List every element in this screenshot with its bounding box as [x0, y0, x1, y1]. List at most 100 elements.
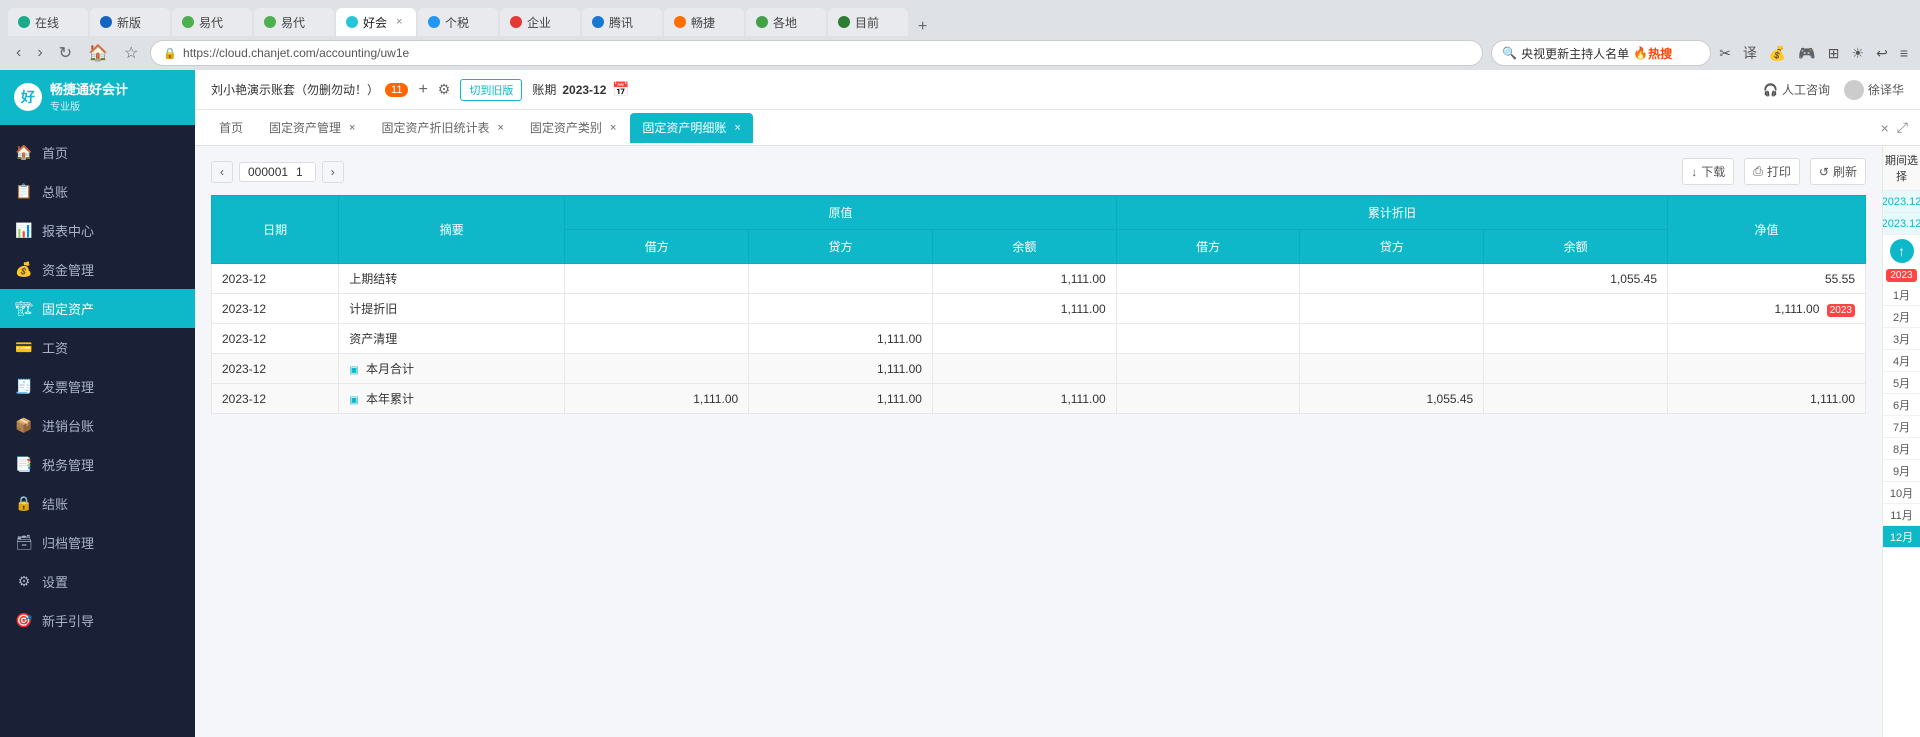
- payroll-icon: 💳: [16, 339, 32, 355]
- logo-icon: 好: [14, 83, 42, 111]
- tab-fixed-assets-detail[interactable]: 固定资产明细账 ×: [630, 113, 752, 143]
- month-9[interactable]: 9月: [1883, 460, 1920, 482]
- month-4[interactable]: 4月: [1883, 350, 1920, 372]
- month-1[interactable]: 1月: [1883, 284, 1920, 306]
- sidebar-item-ledger[interactable]: 📋 总账: [0, 172, 195, 211]
- col-dep-credit: 贷方: [1300, 230, 1484, 264]
- user-avatar: [1844, 80, 1864, 100]
- refresh-button[interactable]: ↺ 刷新: [1810, 158, 1866, 185]
- sidebar-item-closing[interactable]: 🔒 结账: [0, 484, 195, 523]
- browser-tab-gedi[interactable]: 各地: [746, 8, 826, 36]
- period-selected-2[interactable]: 2023.12: [1883, 213, 1920, 235]
- close-tab-icon[interactable]: ×: [396, 16, 402, 28]
- browser-tab-geshui[interactable]: 个税: [418, 8, 498, 36]
- sidebar-item-funds[interactable]: 💰 资金管理: [0, 250, 195, 289]
- tab-fixed-assets-mgmt[interactable]: 固定资产管理 ×: [257, 113, 367, 143]
- month-11[interactable]: 11月: [1883, 504, 1920, 526]
- browser-tab-muqian[interactable]: 目前: [828, 8, 908, 36]
- tab-label: 腾讯: [609, 14, 633, 31]
- row-dep-debit-3: [1116, 354, 1300, 384]
- sidebar-item-invoice[interactable]: 🧾 发票管理: [0, 367, 195, 406]
- month-6[interactable]: 6月: [1883, 394, 1920, 416]
- brightness-icon[interactable]: ☀: [1852, 45, 1865, 62]
- consultant-button[interactable]: 🎧 人工咨询: [1763, 81, 1830, 98]
- month-7[interactable]: 7月: [1883, 416, 1920, 438]
- month-10[interactable]: 10月: [1883, 482, 1920, 504]
- sidebar-item-inventory[interactable]: 📦 进销台账: [0, 406, 195, 445]
- browser-tab-yidai2[interactable]: 易代: [254, 8, 334, 36]
- row-summary-0: 上期结转: [339, 264, 565, 294]
- sidebar-item-archive[interactable]: 🗃 归档管理: [0, 523, 195, 562]
- back-to-top-button[interactable]: ↑: [1890, 239, 1914, 263]
- account-settings-button[interactable]: ⚙: [438, 81, 451, 98]
- browser-tab-online[interactable]: 在线: [8, 8, 88, 36]
- close-all-tabs-button[interactable]: ×: [1881, 119, 1889, 136]
- main-panel: ‹ 000001 1 › ↓ 下载 ⎙: [195, 146, 1882, 737]
- scissors-icon[interactable]: ✂: [1719, 45, 1731, 62]
- close-tab-fixed-assets-category-icon[interactable]: ×: [610, 122, 616, 134]
- sidebar-item-home[interactable]: 🏠 首页: [0, 133, 195, 172]
- browser-tab-changjie[interactable]: 畅捷: [664, 8, 744, 36]
- translate-icon[interactable]: 译: [1743, 43, 1757, 63]
- row-summary-3: ▣ 本月合计: [339, 354, 565, 384]
- sidebar-item-inventory-label: 进销台账: [42, 416, 94, 435]
- version-toggle-button[interactable]: 切到旧版: [460, 79, 522, 101]
- notification-count: 11: [385, 83, 408, 97]
- tab-fixed-assets-category-label: 固定资产类别: [530, 119, 602, 136]
- month-2[interactable]: 2月: [1883, 306, 1920, 328]
- expand-tab-button[interactable]: ⤢: [1897, 119, 1908, 136]
- month-5[interactable]: 5月: [1883, 372, 1920, 394]
- browser-tab-haokuai[interactable]: 好会 ×: [336, 8, 416, 36]
- url-box[interactable]: 🔒 https://cloud.chanjet.com/accounting/u…: [150, 40, 1483, 66]
- next-page-button[interactable]: ›: [322, 161, 344, 183]
- close-tab-depreciation-stats-icon[interactable]: ×: [497, 122, 503, 134]
- bookmark-button[interactable]: ☆: [120, 41, 142, 65]
- search-box[interactable]: 🔍 央视更新主持人名单 🔥 热搜: [1491, 40, 1711, 66]
- tab-depreciation-stats[interactable]: 固定资产折旧统计表 ×: [369, 113, 515, 143]
- row-dep-debit-0: [1116, 264, 1300, 294]
- tab-fixed-assets-category[interactable]: 固定资产类别 ×: [518, 113, 628, 143]
- new-tab-button[interactable]: +: [910, 18, 935, 36]
- tab-favicon: [756, 16, 768, 28]
- download-button[interactable]: ↓ 下载: [1682, 158, 1734, 185]
- wallet-icon[interactable]: 💰: [1769, 45, 1786, 62]
- row-date-0: 2023-12: [212, 264, 339, 294]
- print-button[interactable]: ⎙ 打印: [1744, 158, 1800, 185]
- tab-favicon: [346, 16, 358, 28]
- sidebar-item-guide[interactable]: 🎯 新手引导: [0, 601, 195, 640]
- close-tab-fixed-assets-detail-icon[interactable]: ×: [734, 122, 740, 134]
- close-tab-fixed-assets-mgmt-icon[interactable]: ×: [349, 122, 355, 134]
- period-label: 账期: [532, 81, 556, 98]
- period-selected-1[interactable]: 2023.12: [1883, 191, 1920, 213]
- col-accumulated-dep: 累计折旧: [1116, 196, 1667, 230]
- year-2023-badge[interactable]: 2023: [1886, 269, 1916, 282]
- home-button[interactable]: 🏠: [84, 41, 112, 65]
- browser-tab-yidai1[interactable]: 易代: [172, 8, 252, 36]
- home-icon: 🏠: [16, 144, 32, 160]
- month-8[interactable]: 8月: [1883, 438, 1920, 460]
- tab-home[interactable]: 首页: [207, 113, 255, 143]
- browser-tab-new[interactable]: 新版: [90, 8, 170, 36]
- browser-tab-enterprise[interactable]: 企业: [500, 8, 580, 36]
- grid-icon[interactable]: ⊞: [1828, 45, 1840, 62]
- add-account-button[interactable]: +: [418, 81, 427, 99]
- menu-icon[interactable]: ≡: [1900, 45, 1908, 61]
- user-info[interactable]: 徐译华: [1844, 80, 1904, 100]
- refresh-button[interactable]: ↻: [55, 41, 76, 65]
- game-icon[interactable]: 🎮: [1798, 45, 1815, 62]
- undo-icon[interactable]: ↩: [1876, 45, 1888, 62]
- month-12[interactable]: 12月: [1883, 526, 1920, 548]
- sidebar-item-payroll[interactable]: 💳 工资: [0, 328, 195, 367]
- browser-tab-tencent[interactable]: 腾讯: [582, 8, 662, 36]
- prev-page-button[interactable]: ‹: [211, 161, 233, 183]
- sidebar-item-settings[interactable]: ⚙ 设置: [0, 562, 195, 601]
- sidebar-item-tax[interactable]: 📑 税务管理: [0, 445, 195, 484]
- forward-button[interactable]: ›: [33, 42, 46, 64]
- tab-action-buttons: × ⤢: [1881, 119, 1908, 136]
- back-button[interactable]: ‹: [12, 42, 25, 64]
- sidebar-item-fixed-assets[interactable]: 🏗 固定资产: [0, 289, 195, 328]
- month-3[interactable]: 3月: [1883, 328, 1920, 350]
- sidebar-item-reports[interactable]: 📊 报表中心: [0, 211, 195, 250]
- settings-icon: ⚙: [16, 573, 32, 589]
- calendar-icon[interactable]: 📅: [612, 81, 629, 98]
